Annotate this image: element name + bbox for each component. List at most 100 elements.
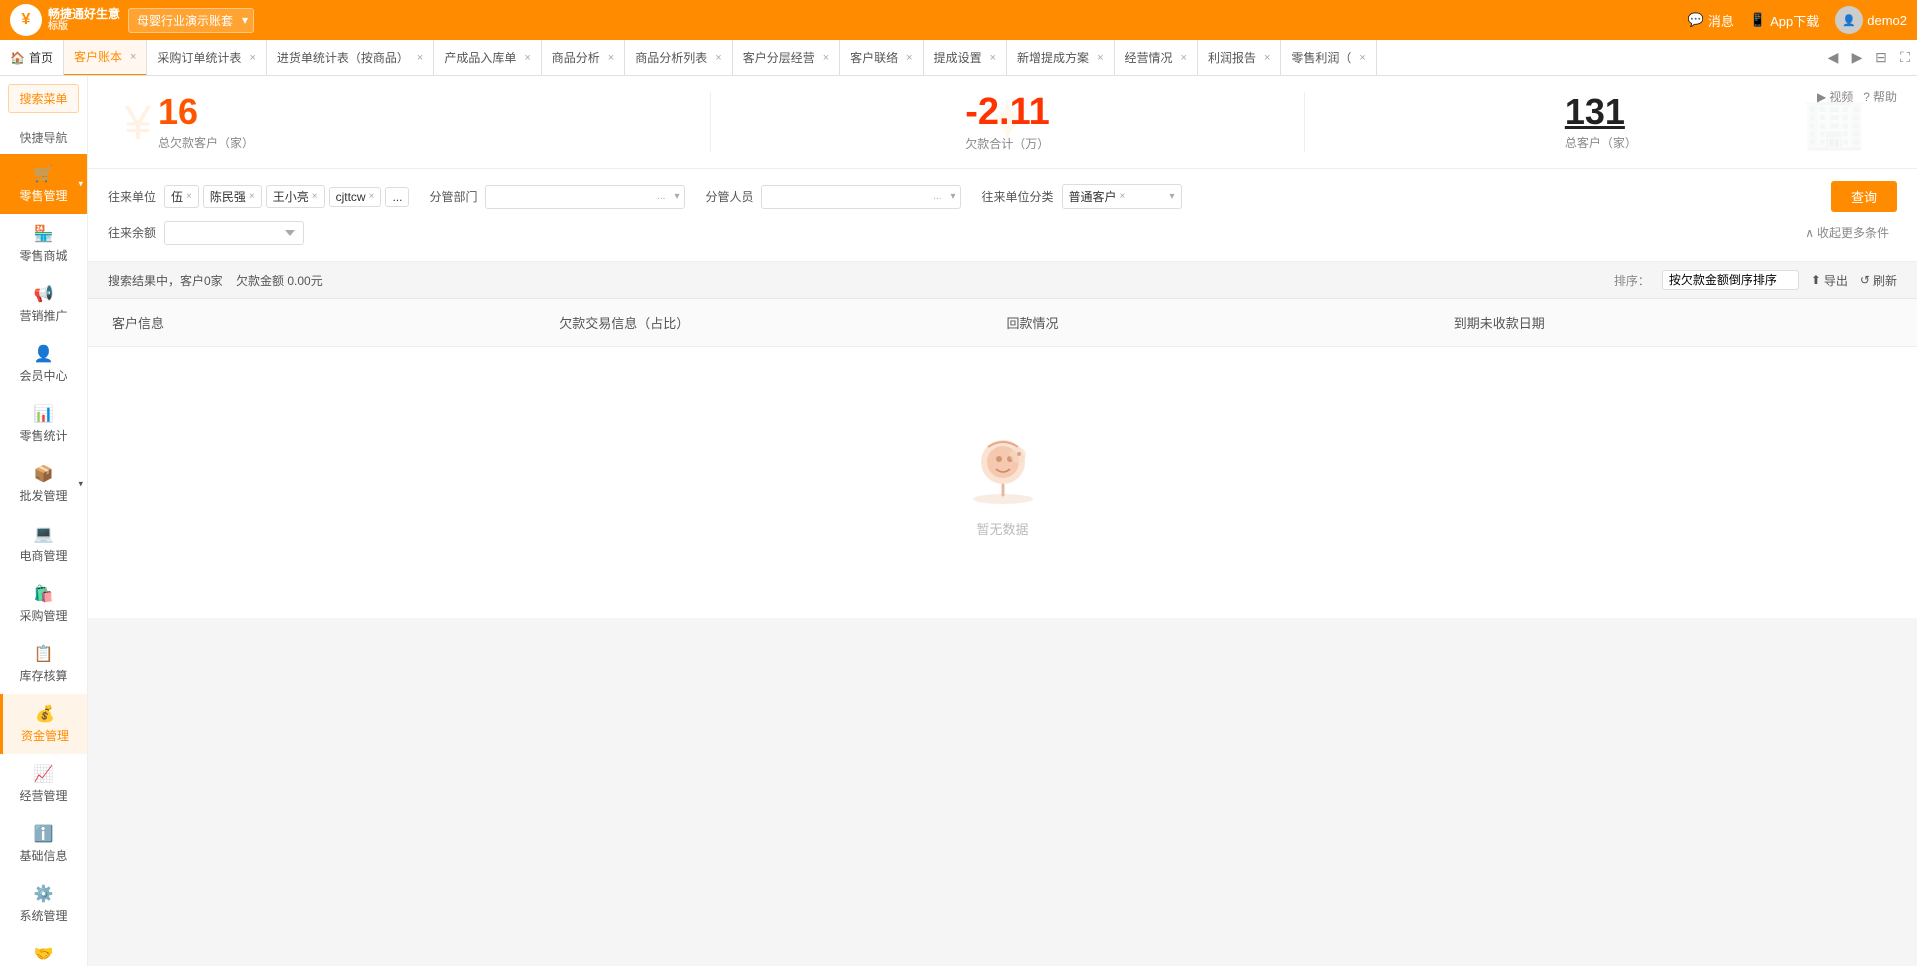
refresh-btn[interactable]: ↺ 刷新 — [1860, 272, 1897, 289]
top-bar-left: ¥ 畅捷通好生意 标版 母婴行业演示账套 ▾ — [10, 4, 254, 36]
person-input[interactable] — [761, 185, 961, 209]
tab-produce-storage[interactable]: 产成品入库单 × — [434, 40, 541, 76]
tab-close-customer-contact[interactable]: × — [906, 52, 912, 64]
dept-clear-icon[interactable]: ... — [657, 191, 665, 202]
filter-row-1: 往来单位 伍 × 陈民强 × 王小亮 × cjttcw — [108, 181, 1897, 212]
stat-label-1: 总欠款客户（家） — [158, 134, 254, 151]
tab-close-customer-tier[interactable]: × — [823, 52, 829, 64]
logo-area: ¥ 畅捷通好生意 标版 — [10, 4, 120, 36]
person-more-icon[interactable]: ... — [933, 191, 941, 202]
table-container: 客户信息 欠款交易信息（占比） 回款情况 到期未收款日期 — [88, 299, 1917, 618]
tab-home[interactable]: 🏠 首页 — [0, 40, 64, 76]
remove-tag-chen[interactable]: × — [249, 191, 255, 202]
tab-retail-profit[interactable]: 零售利润（ × — [1281, 40, 1376, 76]
arrow-icon-wholesale: ▾ — [78, 479, 83, 490]
stat-value-3: 131 — [1565, 94, 1625, 130]
unit-type-tag: 普通客户 × — [1069, 188, 1126, 205]
tab-product-analysis[interactable]: 商品分析 × — [542, 40, 625, 76]
unit-type-select[interactable]: 普通客户 × ▾ — [1062, 184, 1182, 209]
sidebar-item-marketing[interactable]: 📢 营销推广 — [0, 274, 87, 334]
sidebar-item-retail-mgmt[interactable]: 🛒 零售管理 ▾ — [0, 154, 87, 214]
tab-customer-account[interactable]: 客户账本 × — [64, 40, 147, 76]
enterprise-icon: 🤝 — [34, 944, 54, 964]
system-icon: ⚙️ — [34, 884, 54, 904]
search-menu-btn[interactable]: 搜索菜单 — [8, 84, 79, 113]
tab-customer-contact[interactable]: 客户联络 × — [840, 40, 923, 76]
remove-tag-wu[interactable]: × — [186, 191, 192, 202]
sidebar-item-inventory[interactable]: 📋 库存核算 — [0, 634, 87, 694]
quick-nav-btn[interactable]: 快捷导航 — [0, 121, 87, 154]
collapse-btn[interactable]: ∧ 收起更多条件 — [1797, 220, 1897, 245]
sidebar-search: 搜索菜单 — [0, 76, 87, 121]
help-btn[interactable]: ? 帮助 — [1863, 88, 1897, 105]
retail-stats-icon: 📊 — [34, 404, 54, 424]
question-icon: ? — [1863, 90, 1870, 104]
tab-ops-status[interactable]: 经营情况 × — [1115, 40, 1198, 76]
tab-product-analysis-list[interactable]: 商品分析列表 × — [625, 40, 732, 76]
dept-dropdown-icon: ▾ — [674, 191, 679, 202]
tab-purchase-stats[interactable]: 进货单统计表（按商品） × — [267, 40, 434, 76]
tab-close-add-promo[interactable]: × — [1097, 52, 1103, 64]
export-btn[interactable]: ⬆ 导出 — [1811, 272, 1848, 289]
tab-next-btn[interactable]: ▶ — [1845, 40, 1869, 76]
tab-menu-btn[interactable]: ⊟ — [1869, 40, 1893, 76]
stat-block-1: 16 总欠款客户（家） — [118, 94, 294, 151]
tab-close-product-analysis-list[interactable]: × — [715, 52, 721, 64]
stat-value-1: 16 — [158, 94, 198, 130]
tab-fullscreen-btn[interactable]: ⛶ — [1893, 40, 1917, 76]
tab-add-promo[interactable]: 新增提成方案 × — [1007, 40, 1114, 76]
tab-close-customer-account[interactable]: × — [130, 51, 136, 63]
app-download-btn[interactable]: 📱 App下载 — [1750, 11, 1819, 30]
message-icon: 💬 — [1688, 12, 1704, 28]
sidebar-item-operations[interactable]: 📈 经营管理 — [0, 754, 87, 814]
person-label: 分管人员 — [705, 188, 753, 205]
unit-tags: 伍 × 陈民强 × 王小亮 × cjttcw × — [164, 185, 409, 208]
remove-unit-type[interactable]: × — [1120, 191, 1126, 202]
sidebar-item-ecommerce[interactable]: 💻 电商管理 — [0, 514, 87, 574]
unit-tag-more[interactable]: ... — [385, 187, 409, 207]
tab-close-purchase-stats[interactable]: × — [417, 52, 423, 64]
dept-input[interactable] — [485, 185, 685, 209]
tab-close-produce-storage[interactable]: × — [524, 52, 530, 64]
balance-select-wrapper — [164, 221, 304, 245]
unit-tag-wu: 伍 × — [164, 185, 199, 208]
sidebar-item-wholesale-mgmt[interactable]: 📦 批发管理 ▾ — [0, 454, 87, 514]
sidebar-item-basic-info[interactable]: ℹ️ 基础信息 — [0, 814, 87, 874]
retail-mgmt-icon: 🛒 — [34, 164, 54, 184]
export-icon: ⬆ — [1811, 273, 1821, 287]
balance-select[interactable] — [164, 221, 304, 245]
user-avatar[interactable]: 👤 demo2 — [1835, 6, 1907, 34]
stat-section-2: ✦ -2.11 欠款合计（万） — [711, 93, 1303, 152]
sort-select[interactable]: 按欠款金额倒序排序 — [1662, 270, 1799, 290]
tab-promo-settings[interactable]: 提成设置 × — [924, 40, 1007, 76]
account-dropdown[interactable]: 母婴行业演示账套 ▾ — [128, 8, 254, 33]
tab-customer-tier[interactable]: 客户分层经营 × — [733, 40, 840, 76]
tab-close-profit-report[interactable]: × — [1264, 52, 1270, 64]
tab-close-promo-settings[interactable]: × — [990, 52, 996, 64]
video-btn[interactable]: ▶ 视频 — [1817, 88, 1853, 105]
tab-close-ops-status[interactable]: × — [1181, 52, 1187, 64]
query-button[interactable]: 查询 — [1831, 181, 1897, 212]
sidebar-item-system[interactable]: ⚙️ 系统管理 — [0, 874, 87, 934]
col-header-repayment: 回款情况 — [1003, 309, 1450, 336]
tab-profit-report[interactable]: 利润报告 × — [1198, 40, 1281, 76]
tab-purchase-order[interactable]: 采购订单统计表 × — [147, 40, 266, 76]
message-btn[interactable]: 💬 消息 — [1688, 11, 1734, 30]
tab-close-product-analysis[interactable]: × — [608, 52, 614, 64]
remove-tag-wang[interactable]: × — [312, 191, 318, 202]
sidebar-item-purchase[interactable]: 🛍️ 采购管理 — [0, 574, 87, 634]
refresh-icon: ↺ — [1860, 273, 1870, 287]
sidebar-item-membership[interactable]: 👤 会员中心 — [0, 334, 87, 394]
tab-close-purchase-order[interactable]: × — [249, 52, 255, 64]
tab-prev-btn[interactable]: ◀ — [1821, 40, 1845, 76]
sidebar-item-finance[interactable]: 💰 资金管理 — [0, 694, 87, 754]
remove-tag-cjttcw[interactable]: × — [369, 191, 375, 202]
tab-close-retail-profit[interactable]: × — [1359, 52, 1365, 64]
stat-block-3: 131 总客户（家） — [1525, 94, 1677, 151]
sidebar-item-enterprise[interactable]: 🤝 企业协同 — [0, 934, 87, 966]
unit-tag-wang: 王小亮 × — [266, 185, 325, 208]
sidebar-item-retail-mall[interactable]: 🏪 零售商城 — [0, 214, 87, 274]
stat-label-2: 欠款合计（万） — [965, 135, 1049, 152]
retail-mall-icon: 🏪 — [34, 224, 54, 244]
sidebar-item-retail-stats[interactable]: 📊 零售统计 — [0, 394, 87, 454]
